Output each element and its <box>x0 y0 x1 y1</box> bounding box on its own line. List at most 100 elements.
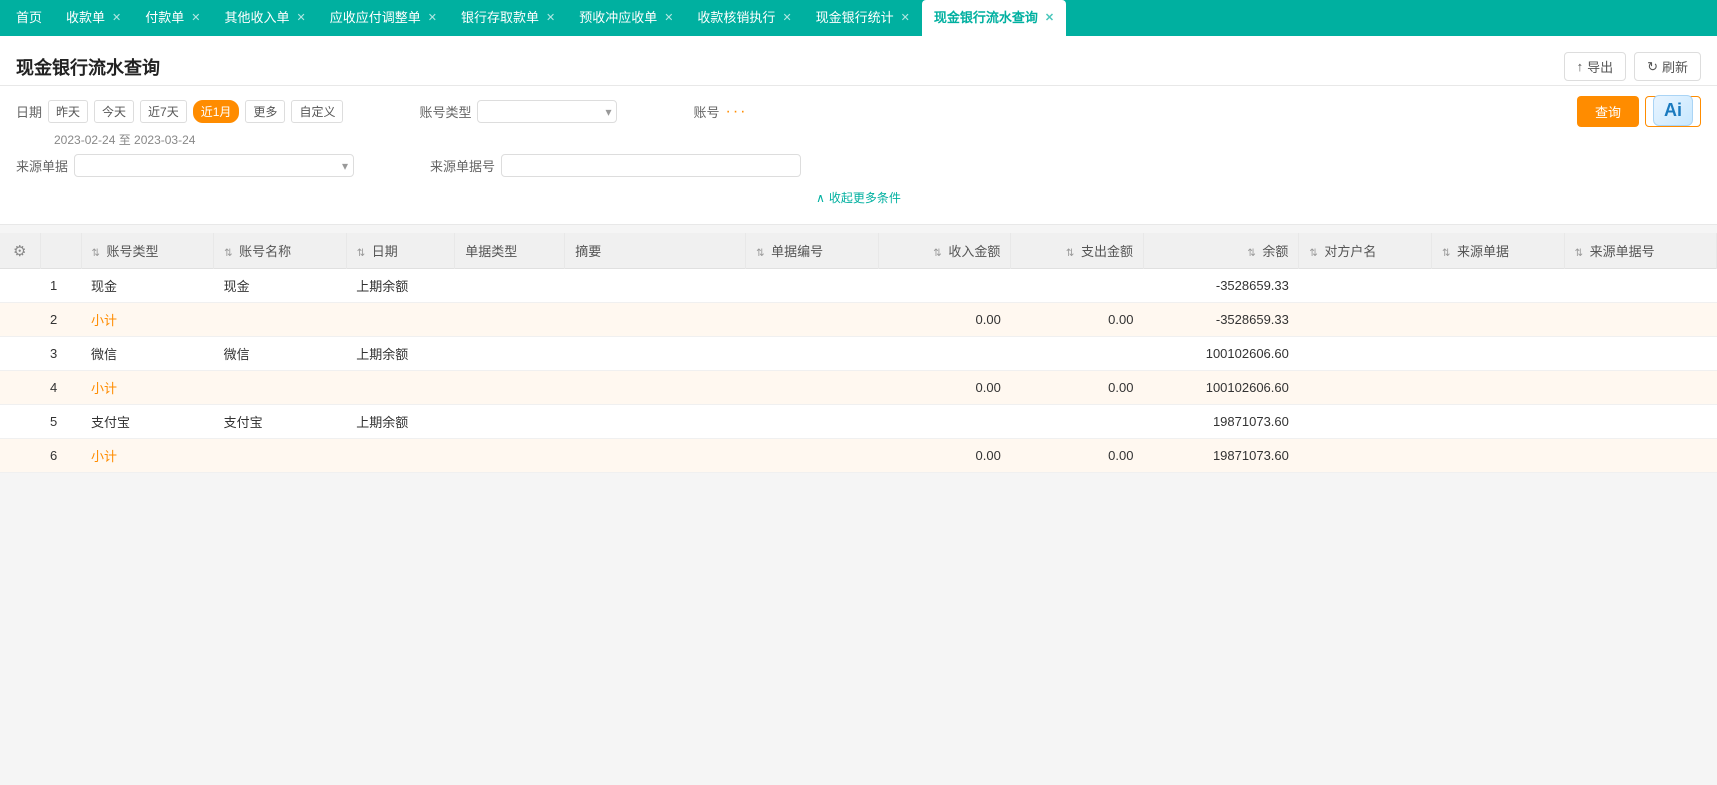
row-source-doc <box>1432 405 1565 439</box>
row-doc-type <box>455 439 565 473</box>
date-custom[interactable]: 自定义 <box>291 100 343 123</box>
source-doc-label: 来源单据 <box>16 156 68 175</box>
row-income <box>878 337 1011 371</box>
row-counterparty <box>1299 269 1432 303</box>
nav-flow-query[interactable]: 现金银行流水查询 ✕ <box>922 0 1066 36</box>
row-counterparty <box>1299 439 1432 473</box>
close-verify-icon[interactable]: ✕ <box>782 0 791 36</box>
account-type-select-wrapper <box>477 100 617 123</box>
source-doc-num-input[interactable] <box>501 154 801 177</box>
row-summary <box>565 269 746 303</box>
row-source-doc <box>1432 371 1565 405</box>
sort-date-icon[interactable]: ⇅ <box>357 248 365 259</box>
export-button[interactable]: ↑ 导出 <box>1564 52 1627 81</box>
top-nav: 首页 收款单 ✕ 付款单 ✕ 其他收入单 ✕ 应收应付调整单 ✕ 银行存取款单 … <box>0 0 1717 36</box>
row-expense: 0.00 <box>1011 371 1144 405</box>
refresh-button[interactable]: ↻ 刷新 <box>1634 52 1701 81</box>
col-summary-header: 摘要 <box>565 233 746 269</box>
source-doc-select-wrapper <box>74 154 354 177</box>
close-flow-query-icon[interactable]: ✕ <box>1045 0 1054 36</box>
close-bank-deposit-icon[interactable]: ✕ <box>546 0 555 36</box>
query-button[interactable]: 查询 <box>1577 96 1639 127</box>
date-filter-group: 日期 昨天 今天 近7天 近1月 更多 自定义 <box>16 100 343 123</box>
row-balance: 19871073.60 <box>1143 405 1298 439</box>
table-row: 2小计0.000.00-3528659.33 <box>0 303 1717 337</box>
account-dots-button[interactable]: ··· <box>725 103 747 121</box>
header-actions: ↑ 导出 ↻ 刷新 <box>1564 52 1701 81</box>
nav-verify[interactable]: 收款核销执行 ✕ <box>685 0 803 36</box>
nav-adjustment[interactable]: 应收应付调整单 ✕ <box>318 0 449 36</box>
row-settings <box>0 269 40 303</box>
row-summary <box>565 303 746 337</box>
source-doc-select[interactable] <box>74 154 354 177</box>
sort-account-type-icon[interactable]: ⇅ <box>92 248 100 259</box>
row-counterparty <box>1299 371 1432 405</box>
row-account-name: 现金 <box>214 269 347 303</box>
row-balance: -3528659.33 <box>1143 269 1298 303</box>
date-1month[interactable]: 近1月 <box>193 100 240 123</box>
row-source-doc <box>1432 337 1565 371</box>
sort-source-doc-icon[interactable]: ⇅ <box>1442 248 1450 259</box>
row-counterparty <box>1299 405 1432 439</box>
date-yesterday[interactable]: 昨天 <box>48 100 88 123</box>
nav-home[interactable]: 首页 <box>4 0 54 36</box>
date-7days[interactable]: 近7天 <box>140 100 187 123</box>
sort-source-doc-num-icon[interactable]: ⇅ <box>1575 248 1583 259</box>
row-doc-num <box>746 439 879 473</box>
row-expense <box>1011 337 1144 371</box>
row-date <box>346 439 455 473</box>
sort-account-name-icon[interactable]: ⇅ <box>224 248 232 259</box>
row-index: 1 <box>40 269 81 303</box>
row-doc-type <box>455 303 565 337</box>
account-label: 账号 <box>693 102 719 121</box>
close-receipts-icon[interactable]: ✕ <box>112 0 121 36</box>
row-counterparty <box>1299 337 1432 371</box>
row-account-name: 微信 <box>214 337 347 371</box>
account-type-select[interactable] <box>477 100 617 123</box>
row-summary <box>565 371 746 405</box>
close-stats-icon[interactable]: ✕ <box>901 0 910 36</box>
col-source-doc-header: ⇅ 来源单据 <box>1432 233 1565 269</box>
nav-prepayment[interactable]: 预收冲应收单 ✕ <box>567 0 685 36</box>
sort-income-icon[interactable]: ⇅ <box>933 248 941 259</box>
nav-stats[interactable]: 现金银行统计 ✕ <box>804 0 922 36</box>
row-date: 上期余额 <box>346 405 455 439</box>
table-settings-icon[interactable]: ⚙ <box>13 243 26 260</box>
row-settings <box>0 303 40 337</box>
row-doc-num <box>746 337 879 371</box>
row-account-type: 小计 <box>81 439 214 473</box>
row-doc-type <box>455 405 565 439</box>
close-payments-icon[interactable]: ✕ <box>191 0 200 36</box>
row-account-name <box>214 371 347 405</box>
row-account-type: 支付宝 <box>81 405 214 439</box>
ai-badge[interactable]: Ai <box>1653 95 1693 126</box>
close-other-income-icon[interactable]: ✕ <box>297 0 306 36</box>
col-doc-type-header: 单据类型 <box>455 233 565 269</box>
close-prepayment-icon[interactable]: ✕ <box>664 0 673 36</box>
nav-receipts[interactable]: 收款单 ✕ <box>54 0 133 36</box>
row-index: 6 <box>40 439 81 473</box>
date-shortcuts: 昨天 今天 近7天 近1月 更多 自定义 <box>48 100 343 123</box>
sort-balance-icon[interactable]: ⇅ <box>1247 248 1255 259</box>
date-today[interactable]: 今天 <box>94 100 134 123</box>
table-row: 6小计0.000.0019871073.60 <box>0 439 1717 473</box>
sort-doc-num-icon[interactable]: ⇅ <box>756 248 764 259</box>
data-table: ⚙ ⇅ 账号类型 ⇅ 账号名称 ⇅ 日期 单据类型 <box>0 233 1717 473</box>
sort-counterparty-icon[interactable]: ⇅ <box>1309 248 1317 259</box>
col-account-type-header: ⇅ 账号类型 <box>81 233 214 269</box>
col-income-header: ⇅ 收入金额 <box>878 233 1011 269</box>
row-source-doc <box>1432 269 1565 303</box>
nav-other-income[interactable]: 其他收入单 ✕ <box>212 0 317 36</box>
date-more[interactable]: 更多 <box>245 100 285 123</box>
collapse-bar[interactable]: ∧ 收起更多条件 <box>16 185 1701 214</box>
row-income: 0.00 <box>878 303 1011 337</box>
source-doc-filter-group: 来源单据 <box>16 154 354 177</box>
row-doc-type <box>455 371 565 405</box>
col-expense-header: ⇅ 支出金额 <box>1011 233 1144 269</box>
nav-bank-deposit[interactable]: 银行存取款单 ✕ <box>449 0 567 36</box>
nav-payments[interactable]: 付款单 ✕ <box>133 0 212 36</box>
close-adjustment-icon[interactable]: ✕ <box>428 0 437 36</box>
collapse-up-icon: ∧ <box>816 191 825 205</box>
sort-expense-icon[interactable]: ⇅ <box>1066 248 1074 259</box>
row-settings <box>0 405 40 439</box>
